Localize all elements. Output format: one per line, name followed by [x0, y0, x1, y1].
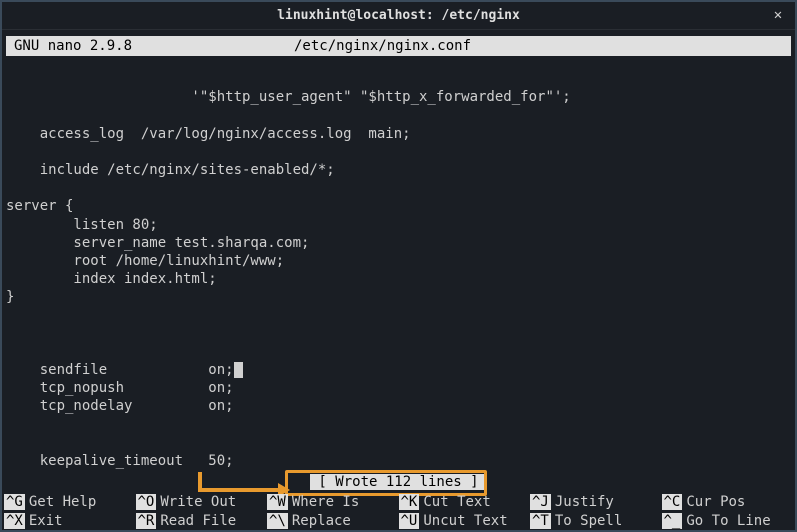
shortcut-go-to-line[interactable]: ^_Go To Line — [662, 511, 794, 530]
shortcut-label: Write Out — [160, 494, 236, 510]
editor-line: server { — [6, 198, 73, 214]
shortcut-to-spell[interactable]: ^TTo Spell — [530, 511, 662, 530]
shortcut-label: Cut Text — [423, 494, 490, 510]
shortcut-write-out[interactable]: ^OWrite Out — [136, 492, 268, 511]
shortcut-uncut-text[interactable]: ^UUncut Text — [399, 511, 531, 530]
editor-line: index index.html; — [6, 271, 217, 287]
window-title: linuxhint@localhost: /etc/nginx — [277, 8, 520, 23]
shortcut-key: ^\ — [267, 513, 288, 529]
editor-line: tcp_nopush on; — [6, 380, 234, 396]
shortcut-key: ^K — [399, 494, 420, 510]
shortcut-replace[interactable]: ^\Replace — [267, 511, 399, 530]
shortcut-cur-pos[interactable]: ^CCur Pos — [662, 492, 794, 511]
status-line: [ Wrote 112 lines ] — [0, 474, 797, 490]
status-message: [ Wrote 112 lines ] — [310, 474, 486, 490]
shortcut-label: Exit — [29, 513, 63, 529]
editor-line: keepalive_timeout 50; — [6, 453, 234, 469]
shortcuts-bar: ^GGet Help ^OWrite Out ^WWhere Is ^KCut … — [4, 492, 793, 530]
shortcut-key: ^J — [530, 494, 551, 510]
shortcut-label: Get Help — [29, 494, 96, 510]
shortcut-key: ^O — [136, 494, 157, 510]
shortcut-read-file[interactable]: ^RRead File — [136, 511, 268, 530]
editor-line: '"$http_user_agent" "$http_x_forwarded_f… — [6, 89, 571, 105]
shortcut-label: Uncut Text — [423, 513, 507, 529]
close-button[interactable]: ✕ — [769, 6, 787, 24]
editor-line: tcp_nodelay on; — [6, 398, 234, 414]
shortcut-key: ^G — [4, 494, 25, 510]
nano-header-bar: GNU nano 2.9.8 /etc/nginx/nginx.conf — [6, 36, 791, 56]
shortcut-key: ^U — [399, 513, 420, 529]
window-titlebar: linuxhint@localhost: /etc/nginx ✕ — [2, 2, 795, 30]
shortcut-label: Where Is — [292, 494, 359, 510]
editor-line: server_name test.sharqa.com; — [6, 235, 309, 251]
close-icon: ✕ — [774, 7, 782, 23]
shortcut-get-help[interactable]: ^GGet Help — [4, 492, 136, 511]
shortcut-cut-text[interactable]: ^KCut Text — [399, 492, 531, 511]
editor-line: sendfile on; — [6, 362, 234, 378]
editor-line: access_log /var/log/nginx/access.log mai… — [6, 126, 411, 142]
shortcut-key: ^C — [662, 494, 683, 510]
shortcut-label: Read File — [160, 513, 236, 529]
nano-version: GNU nano 2.9.8 — [14, 38, 294, 54]
shortcut-key: ^R — [136, 513, 157, 529]
shortcut-justify[interactable]: ^JJustify — [530, 492, 662, 511]
text-cursor — [234, 362, 243, 378]
shortcut-label: To Spell — [555, 513, 622, 529]
editor-line: root /home/linuxhint/www; — [6, 253, 284, 269]
shortcut-key: ^W — [267, 494, 288, 510]
shortcut-key: ^X — [4, 513, 25, 529]
shortcut-label: Cur Pos — [686, 494, 745, 510]
shortcut-where-is[interactable]: ^WWhere Is — [267, 492, 399, 511]
shortcut-label: Replace — [292, 513, 351, 529]
editor-line: listen 80; — [6, 217, 158, 233]
editor-line: } — [6, 289, 14, 305]
shortcut-label: Justify — [555, 494, 614, 510]
nano-filename: /etc/nginx/nginx.conf — [294, 38, 471, 54]
editor-line: include /etc/nginx/sites-enabled/*; — [6, 162, 335, 178]
shortcut-key: ^T — [530, 513, 551, 529]
shortcut-exit[interactable]: ^XExit — [4, 511, 136, 530]
shortcut-key: ^_ — [662, 513, 683, 529]
shortcut-label: Go To Line — [686, 513, 770, 529]
editor-content[interactable]: '"$http_user_agent" "$http_x_forwarded_f… — [2, 56, 795, 470]
